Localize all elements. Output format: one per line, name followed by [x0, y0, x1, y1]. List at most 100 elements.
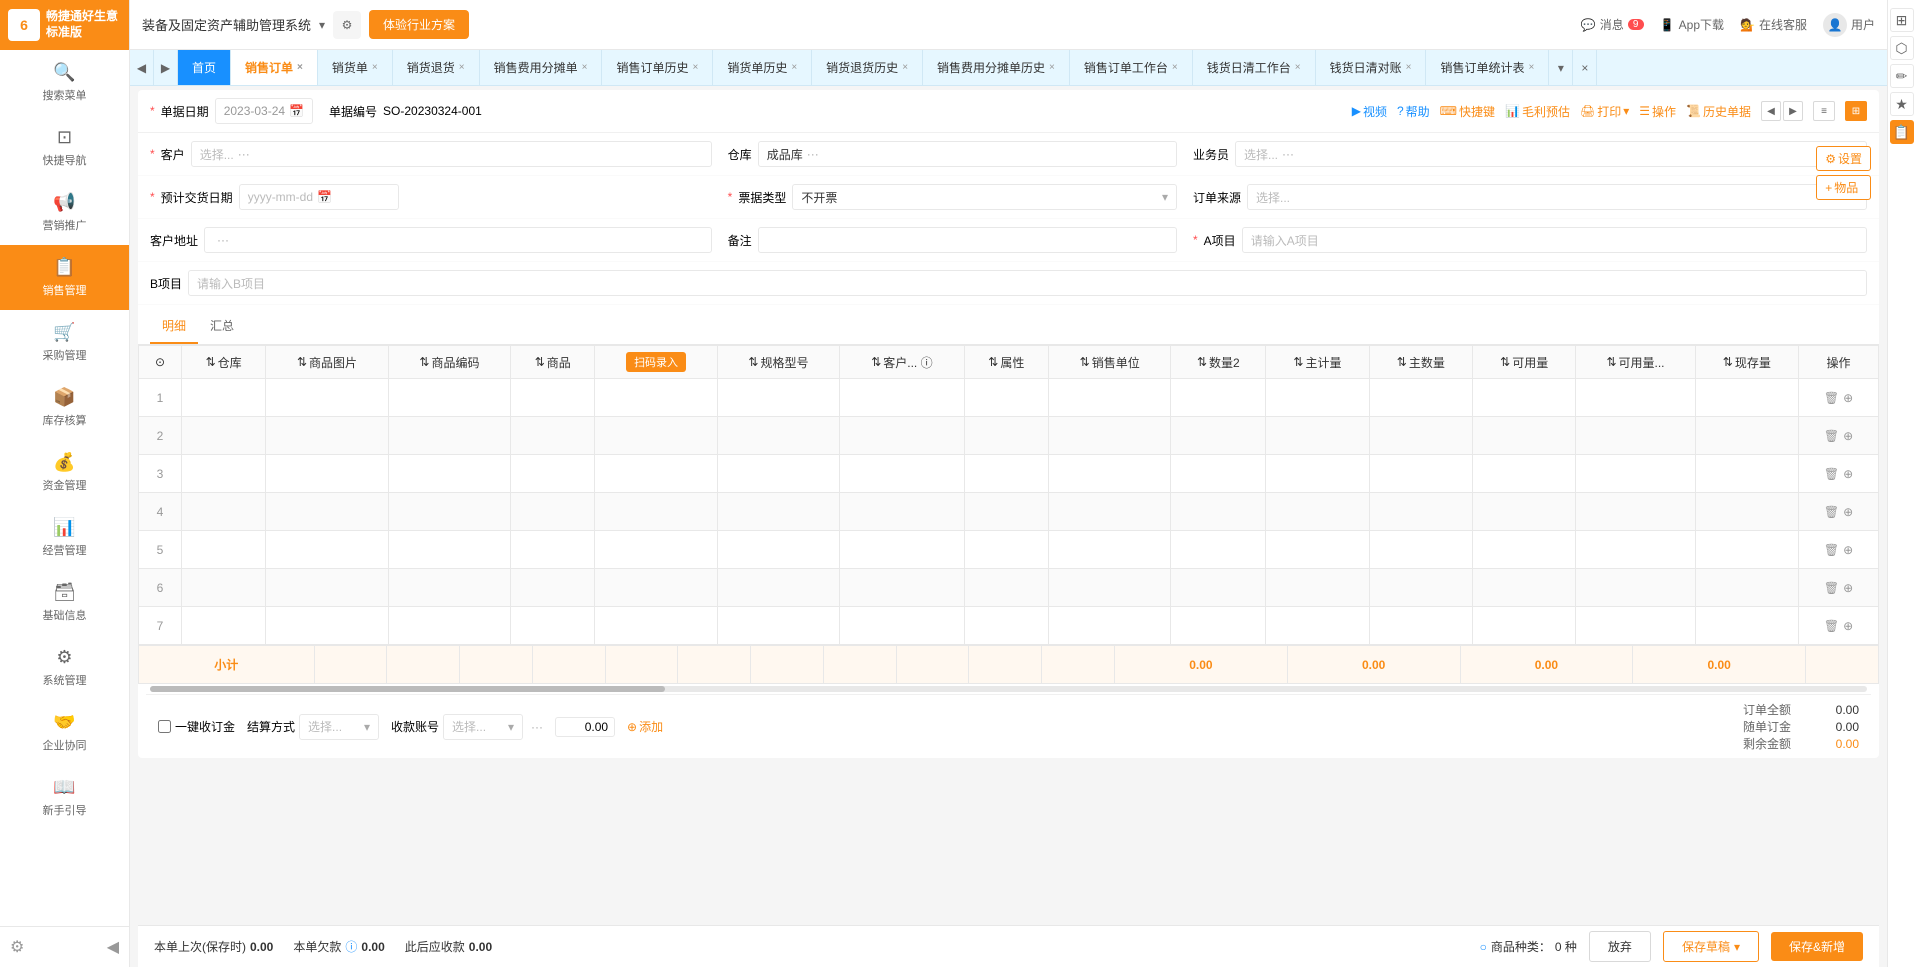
th-current_qty[interactable]: ⇅现存量 — [1695, 346, 1798, 379]
tab-close-icon[interactable]: × — [1528, 62, 1534, 73]
rt-tool-2[interactable]: ⬡ — [1890, 36, 1914, 60]
sidebar-item-搜索菜单[interactable]: 🔍搜索菜单 — [0, 50, 129, 115]
copy-row-button[interactable]: ⊕ — [1841, 619, 1855, 633]
ticket-select[interactable]: 不开票 ▾ — [792, 184, 1177, 210]
sidebar-item-基础信息[interactable]: 🗃基础信息 — [0, 570, 129, 635]
payment-method-select[interactable]: 选择... ▾ — [299, 714, 379, 740]
warehouse-input[interactable]: 成品库 ··· — [758, 141, 1177, 167]
rt-tool-3[interactable]: ✏ — [1890, 64, 1914, 88]
delete-row-button[interactable]: 🗑 — [1822, 543, 1841, 557]
sidebar-settings-icon[interactable]: ⚙ — [10, 937, 24, 957]
add-payment-button[interactable]: ⊕ 添加 — [627, 718, 663, 735]
tab-close-icon[interactable]: × — [902, 62, 908, 73]
th-customer_code[interactable]: ⇅客户... ⓘ — [840, 346, 965, 379]
setup-button[interactable]: ⚙ 设置 — [1816, 146, 1871, 171]
copy-row-button[interactable]: ⊕ — [1841, 429, 1855, 443]
customer-input[interactable]: 选择... ··· — [191, 141, 712, 167]
sidebar-item-销售管理[interactable]: 📋销售管理 — [0, 245, 129, 310]
tab-item-12[interactable]: 销售订单统计表× — [1426, 50, 1549, 86]
tab-item-2[interactable]: 销货单× — [318, 50, 393, 86]
delete-row-button[interactable]: 🗑 — [1822, 467, 1841, 481]
sidebar-item-新手引导[interactable]: 📖新手引导 — [0, 765, 129, 830]
tab-item-7[interactable]: 销货退货历史× — [812, 50, 923, 86]
col-icon[interactable]: ⊙ — [155, 355, 165, 369]
th-avail_qty2[interactable]: ⇅可用量... — [1576, 346, 1695, 379]
project-a-input[interactable]: 请输入A项目 — [1242, 227, 1867, 253]
tab-close-icon[interactable]: × — [791, 62, 797, 73]
delete-row-button[interactable]: 🗑 — [1822, 619, 1841, 633]
save-draft-button[interactable]: 保存草稿 ▾ — [1663, 931, 1759, 962]
save-new-button[interactable]: 保存&新增 — [1771, 932, 1863, 961]
nav-prev-button[interactable]: ◀ — [1761, 101, 1781, 121]
tab-close-icon[interactable]: × — [1172, 62, 1178, 73]
th-attr[interactable]: ⇅属性 — [964, 346, 1048, 379]
copy-row-button[interactable]: ⊕ — [1841, 505, 1855, 519]
sidebar-collapse-icon[interactable]: ◀ — [107, 937, 119, 957]
operation-button[interactable]: ☰ 操作 — [1639, 103, 1676, 120]
rt-tool-5[interactable]: 📋 — [1890, 120, 1914, 144]
auto-settle-input[interactable] — [158, 720, 171, 733]
delete-row-button[interactable]: 🗑 — [1822, 505, 1841, 519]
copy-row-button[interactable]: ⊕ — [1841, 543, 1855, 557]
delete-row-button[interactable]: 🗑 — [1822, 391, 1841, 405]
tab-item-4[interactable]: 销售费用分摊单× — [480, 50, 603, 86]
sidebar-item-快捷导航[interactable]: ⊡快捷导航 — [0, 115, 129, 180]
online-service-button[interactable]: 💁 在线客服 — [1740, 16, 1807, 33]
history-button[interactable]: 📜 历史单据 — [1686, 103, 1751, 120]
auto-settle-checkbox[interactable]: 一键收订金 — [158, 718, 235, 735]
tab-close-icon[interactable]: × — [582, 62, 588, 73]
shortcut-button[interactable]: ⌨ 快捷键 — [1440, 103, 1495, 120]
tab-close-icon[interactable]: × — [459, 62, 465, 73]
list-view-button[interactable]: ≡ — [1813, 101, 1835, 121]
goods-button[interactable]: + 物品 — [1816, 175, 1871, 200]
tab-close-icon[interactable]: × — [297, 62, 303, 73]
rt-tool-4[interactable]: ★ — [1890, 92, 1914, 116]
sidebar-item-营销推广[interactable]: 📢营销推广 — [0, 180, 129, 245]
th-main_unit[interactable]: ⇅主计量 — [1266, 346, 1369, 379]
th-qty2[interactable]: ⇅数量2 — [1171, 346, 1266, 379]
system-dropdown-icon[interactable]: ▾ — [319, 18, 325, 32]
detail-tab-0[interactable]: 明细 — [150, 309, 198, 344]
grid-view-button[interactable]: ⊞ — [1845, 101, 1867, 121]
copy-row-button[interactable]: ⊕ — [1841, 391, 1855, 405]
th-avail_qty[interactable]: ⇅可用量 — [1473, 346, 1576, 379]
sidebar-item-经营管理[interactable]: 📊经营管理 — [0, 505, 129, 570]
scrollbar-area[interactable] — [138, 684, 1879, 694]
sidebar-item-采购管理[interactable]: 🛒采购管理 — [0, 310, 129, 375]
delivery-input[interactable]: yyyy-mm-dd 📅 — [239, 184, 399, 210]
print-button[interactable]: 🖨 打印 ▾ — [1580, 103, 1629, 120]
sidebar-item-系统管理[interactable]: ⚙系统管理 — [0, 635, 129, 700]
th-spec[interactable]: ⇅规格型号 — [717, 346, 839, 379]
tab-item-0[interactable]: 首页 — [178, 50, 231, 86]
tab-item-3[interactable]: 销货退货× — [393, 50, 480, 86]
tab-end-btn-0[interactable]: ▾ — [1549, 50, 1573, 86]
th-warehouse[interactable]: ⇅仓库 — [181, 346, 265, 379]
account-select[interactable]: 选择... ▾ — [443, 714, 523, 740]
tab-close-icon[interactable]: × — [372, 62, 378, 73]
note-input[interactable] — [758, 227, 1177, 253]
tab-item-9[interactable]: 销售订单工作台× — [1070, 50, 1193, 86]
detail-tab-1[interactable]: 汇总 — [198, 309, 246, 344]
copy-row-button[interactable]: ⊕ — [1841, 467, 1855, 481]
solution-button[interactable]: 体验行业方案 — [369, 10, 469, 39]
staff-input[interactable]: 选择... ··· — [1235, 141, 1867, 167]
th-main_qty[interactable]: ⇅主数量 — [1369, 346, 1472, 379]
rt-tool-1[interactable]: ⊞ — [1890, 8, 1914, 32]
tab-item-10[interactable]: 钱货日清工作台× — [1193, 50, 1316, 86]
delete-row-button[interactable]: 🗑 — [1822, 581, 1841, 595]
nav-next-button[interactable]: ▶ — [1783, 101, 1803, 121]
address-input[interactable]: ··· — [204, 227, 712, 253]
message-button[interactable]: 💬 消息 9 — [1581, 16, 1644, 33]
tab-next-button[interactable]: ▶ — [154, 50, 178, 86]
app-download-button[interactable]: 📱 App下载 — [1660, 16, 1724, 33]
tab-item-11[interactable]: 钱货日清对账× — [1316, 50, 1427, 86]
tab-end-btn-1[interactable]: × — [1573, 50, 1597, 86]
th-product[interactable]: ⇅商品 — [511, 346, 595, 379]
profit-button[interactable]: 📊 毛利预估 — [1505, 103, 1570, 120]
tab-prev-button[interactable]: ◀ — [130, 50, 154, 86]
delete-row-button[interactable]: 🗑 — [1822, 429, 1841, 443]
scan-button[interactable]: 扫码录入 — [626, 352, 686, 372]
help-button[interactable]: ? 帮助 — [1397, 103, 1430, 120]
settings-gear-button[interactable]: ⚙ — [333, 11, 361, 39]
tab-item-6[interactable]: 销货单历史× — [713, 50, 812, 86]
